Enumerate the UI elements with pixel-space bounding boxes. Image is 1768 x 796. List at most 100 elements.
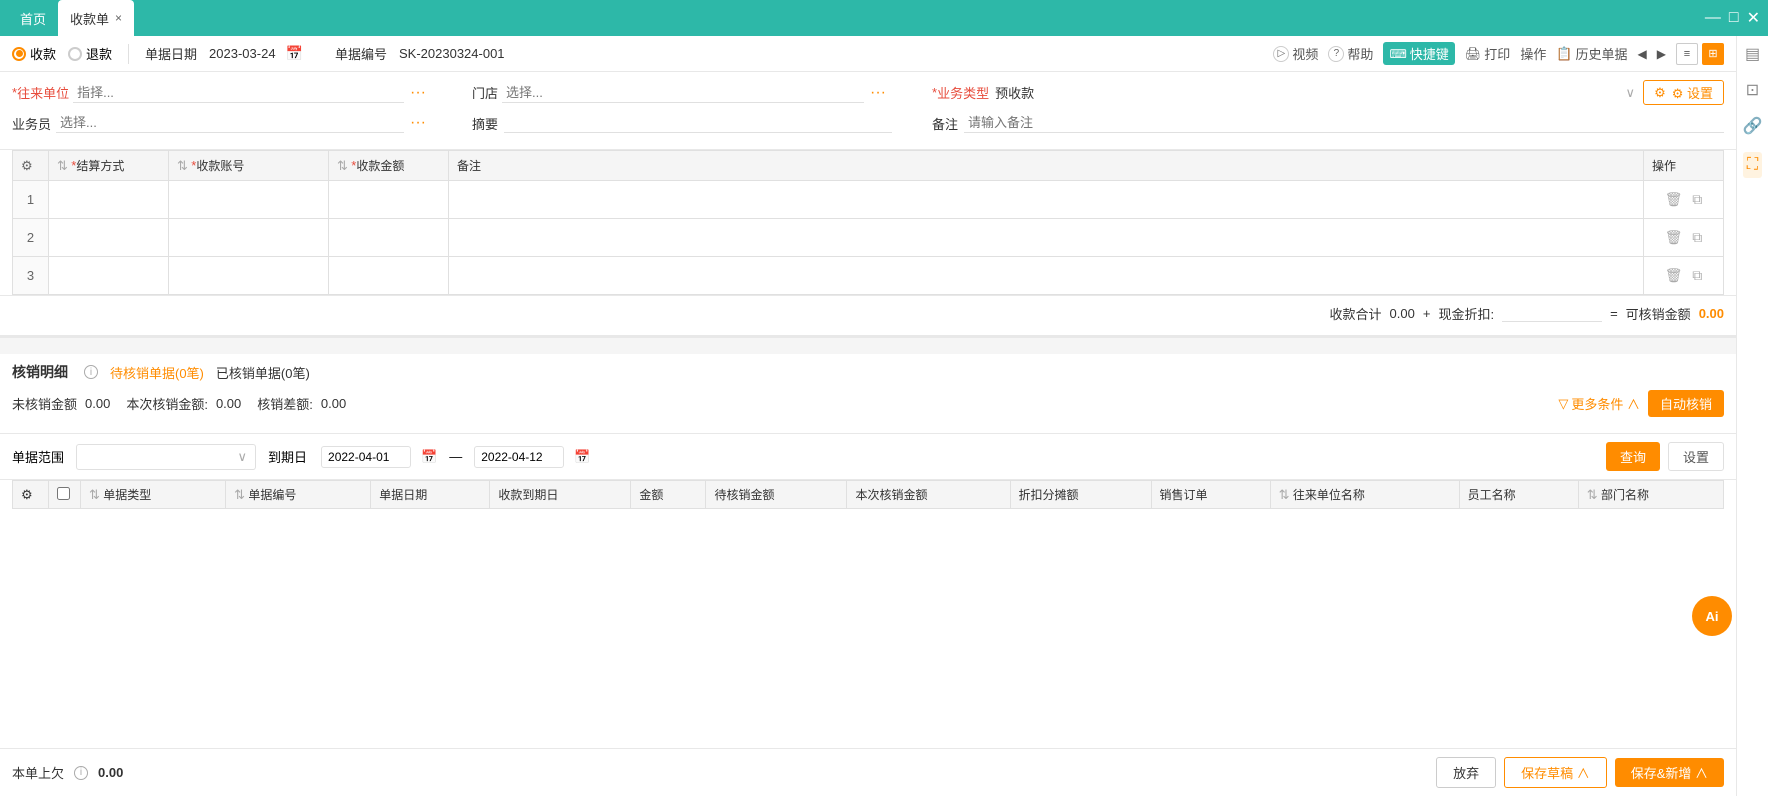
bottom-info-icon[interactable]: i <box>74 766 88 780</box>
card-view-btn[interactable]: ⊞ <box>1702 43 1724 65</box>
nav-right-btn[interactable]: ▶ <box>1657 47 1666 61</box>
shop-more-btn[interactable]: ··· <box>864 84 892 102</box>
due-date-field: 到期日 📅 — 📅 <box>268 446 590 468</box>
sidebar-expand-icon[interactable]: ⛶ <box>1743 152 1762 178</box>
staff-field: 业务员 ··· <box>12 113 432 133</box>
row-action-3: 🗑 ⧉ <box>1644 257 1724 295</box>
copy-icon-2[interactable]: ⧉ <box>1692 229 1702 245</box>
nav-left-btn[interactable]: ◀ <box>1638 47 1647 61</box>
tab-close-icon[interactable]: × <box>115 11 122 25</box>
delete-icon-2[interactable]: 🗑 <box>1665 229 1683 245</box>
query-btn[interactable]: 查询 <box>1606 442 1660 471</box>
radio-refund[interactable]: 退款 <box>68 44 112 63</box>
save-draft-btn[interactable]: 保存草稿 ∧ <box>1504 757 1607 788</box>
help-btn[interactable]: ? 帮助 <box>1328 44 1373 63</box>
bth-sale-order: 销售订单 <box>1151 481 1270 509</box>
delete-icon-3[interactable]: 🗑 <box>1665 267 1683 283</box>
shortcut-btn[interactable]: ⌨ 快捷键 <box>1383 42 1454 65</box>
bth-type: ⇅ 单据类型 <box>81 481 226 509</box>
writeoff-right: ▽ 更多条件 ∧ 自动核销 <box>1558 390 1724 417</box>
table-settings-icon[interactable]: ⚙ <box>21 158 33 173</box>
row-account-2[interactable] <box>169 219 329 257</box>
window-min-btn[interactable]: — <box>1705 9 1721 27</box>
window-close-btn[interactable]: ✕ <box>1747 8 1760 28</box>
calendar-icon-from[interactable]: 📅 <box>421 449 437 465</box>
copy-icon-3[interactable]: ⧉ <box>1692 267 1702 283</box>
cash-discount-input[interactable] <box>1502 306 1602 322</box>
sort-bth-number: ⇅ <box>234 487 245 502</box>
bth-checkbox <box>49 481 81 509</box>
sidebar-grid-icon[interactable]: ⊡ <box>1746 80 1759 100</box>
more-conditions-btn[interactable]: ▽ 更多条件 ∧ <box>1558 394 1640 413</box>
copy-icon-1[interactable]: ⧉ <box>1692 191 1702 207</box>
unverified-value: 0.00 <box>85 396 110 411</box>
summary-input[interactable] <box>504 113 892 133</box>
auto-writeoff-btn[interactable]: 自动核销 <box>1648 390 1724 417</box>
sort-icon-2: ⇅ <box>177 158 188 173</box>
shop-input[interactable] <box>502 83 864 103</box>
writeoff-section: 核销明细 i 待核销单据(0笔) 已核销单据(0笔) 未核销金额 0.00 本次… <box>0 354 1736 434</box>
select-all-checkbox[interactable] <box>57 487 70 500</box>
writeoff-title: 核销明细 <box>12 362 68 382</box>
shop-field: 门店 ··· <box>472 83 892 103</box>
shortcut-icon: ⌨ <box>1389 47 1406 61</box>
row-settle-1[interactable] <box>49 181 169 219</box>
staff-more-btn[interactable]: ··· <box>404 114 432 132</box>
nav-tab-collect[interactable]: 收款单 × <box>58 0 134 36</box>
radio-group: 收款 退款 <box>12 44 112 63</box>
row-settle-3[interactable] <box>49 257 169 295</box>
calendar-icon-to[interactable]: 📅 <box>574 449 590 465</box>
row-account-1[interactable] <box>169 181 329 219</box>
operate-btn[interactable]: 操作 <box>1520 44 1546 63</box>
history-btn[interactable]: 📋 历史单据 <box>1556 44 1627 63</box>
list-view-btn[interactable]: ≡ <box>1676 43 1698 65</box>
video-btn[interactable]: ▷ 视频 <box>1273 44 1318 63</box>
save-new-btn[interactable]: 保存&新增 ∧ <box>1615 758 1724 787</box>
print-btn[interactable]: 🖨 打印 <box>1465 44 1511 63</box>
ai-assistant-btn[interactable]: Ai <box>1692 596 1732 636</box>
window-max-btn[interactable]: □ <box>1729 9 1739 27</box>
pending-tab[interactable]: 待核销单据(0笔) <box>110 363 204 382</box>
abandon-btn[interactable]: 放弃 <box>1436 757 1496 788</box>
row-remarks-3[interactable] <box>449 257 1644 295</box>
row-settle-2[interactable] <box>49 219 169 257</box>
th-amount: ⇅ *收款金额 <box>329 151 449 181</box>
row-remarks-2[interactable] <box>449 219 1644 257</box>
btable-gear-icon[interactable]: ⚙ <box>21 487 33 502</box>
th-account: ⇅ *收款账号 <box>169 151 329 181</box>
partner-more-btn[interactable]: ··· <box>404 84 432 102</box>
gear-icon: ⚙ <box>1654 85 1666 101</box>
filter-icon: ▽ <box>1558 396 1568 412</box>
row-num-1: 1 <box>13 181 49 219</box>
date-calendar-icon[interactable]: 📅 <box>286 45 303 62</box>
row-amount-3[interactable] <box>329 257 449 295</box>
to-date-input[interactable] <box>474 446 564 468</box>
top-nav: 首页 收款单 × — □ ✕ <box>0 0 1768 36</box>
bth-staff: 员工名称 <box>1459 481 1578 509</box>
th-action: 操作 <box>1644 151 1724 181</box>
radio-collect[interactable]: 收款 <box>12 44 56 63</box>
bottom-table: ⚙ ⇅ 单据类型 ⇅ 单据编号 单据日期 收款到期日 金额 <box>12 480 1724 509</box>
form-row-2: 业务员 ··· 摘要 备注 <box>12 113 1724 133</box>
date-field: 单据日期 2023-03-24 📅 <box>145 44 303 63</box>
settings-btn[interactable]: ⚙ ⚙ 设置 <box>1643 80 1724 105</box>
row-account-3[interactable] <box>169 257 329 295</box>
remarks-input[interactable] <box>964 113 1724 133</box>
sidebar-table-icon[interactable]: ▤ <box>1745 44 1760 64</box>
th-settle-method: ⇅ *结算方式 <box>49 151 169 181</box>
sidebar-link-icon[interactable]: 🔗 <box>1743 116 1763 136</box>
row-action-2: 🗑 ⧉ <box>1644 219 1724 257</box>
writeoff-info-icon[interactable]: i <box>84 365 98 379</box>
business-type-dropdown[interactable]: ∨ <box>1626 85 1636 101</box>
from-date-input[interactable] <box>321 446 411 468</box>
row-amount-2[interactable] <box>329 219 449 257</box>
row-amount-1[interactable] <box>329 181 449 219</box>
done-tab[interactable]: 已核销单据(0笔) <box>216 363 310 382</box>
partner-input[interactable] <box>73 83 404 103</box>
filter-settings-btn[interactable]: 设置 <box>1668 442 1724 471</box>
row-remarks-1[interactable] <box>449 181 1644 219</box>
delete-icon-1[interactable]: 🗑 <box>1665 191 1683 207</box>
staff-input[interactable] <box>56 113 404 133</box>
nav-home[interactable]: 首页 <box>8 0 58 36</box>
voucher-range-select[interactable]: ∨ <box>76 444 256 470</box>
